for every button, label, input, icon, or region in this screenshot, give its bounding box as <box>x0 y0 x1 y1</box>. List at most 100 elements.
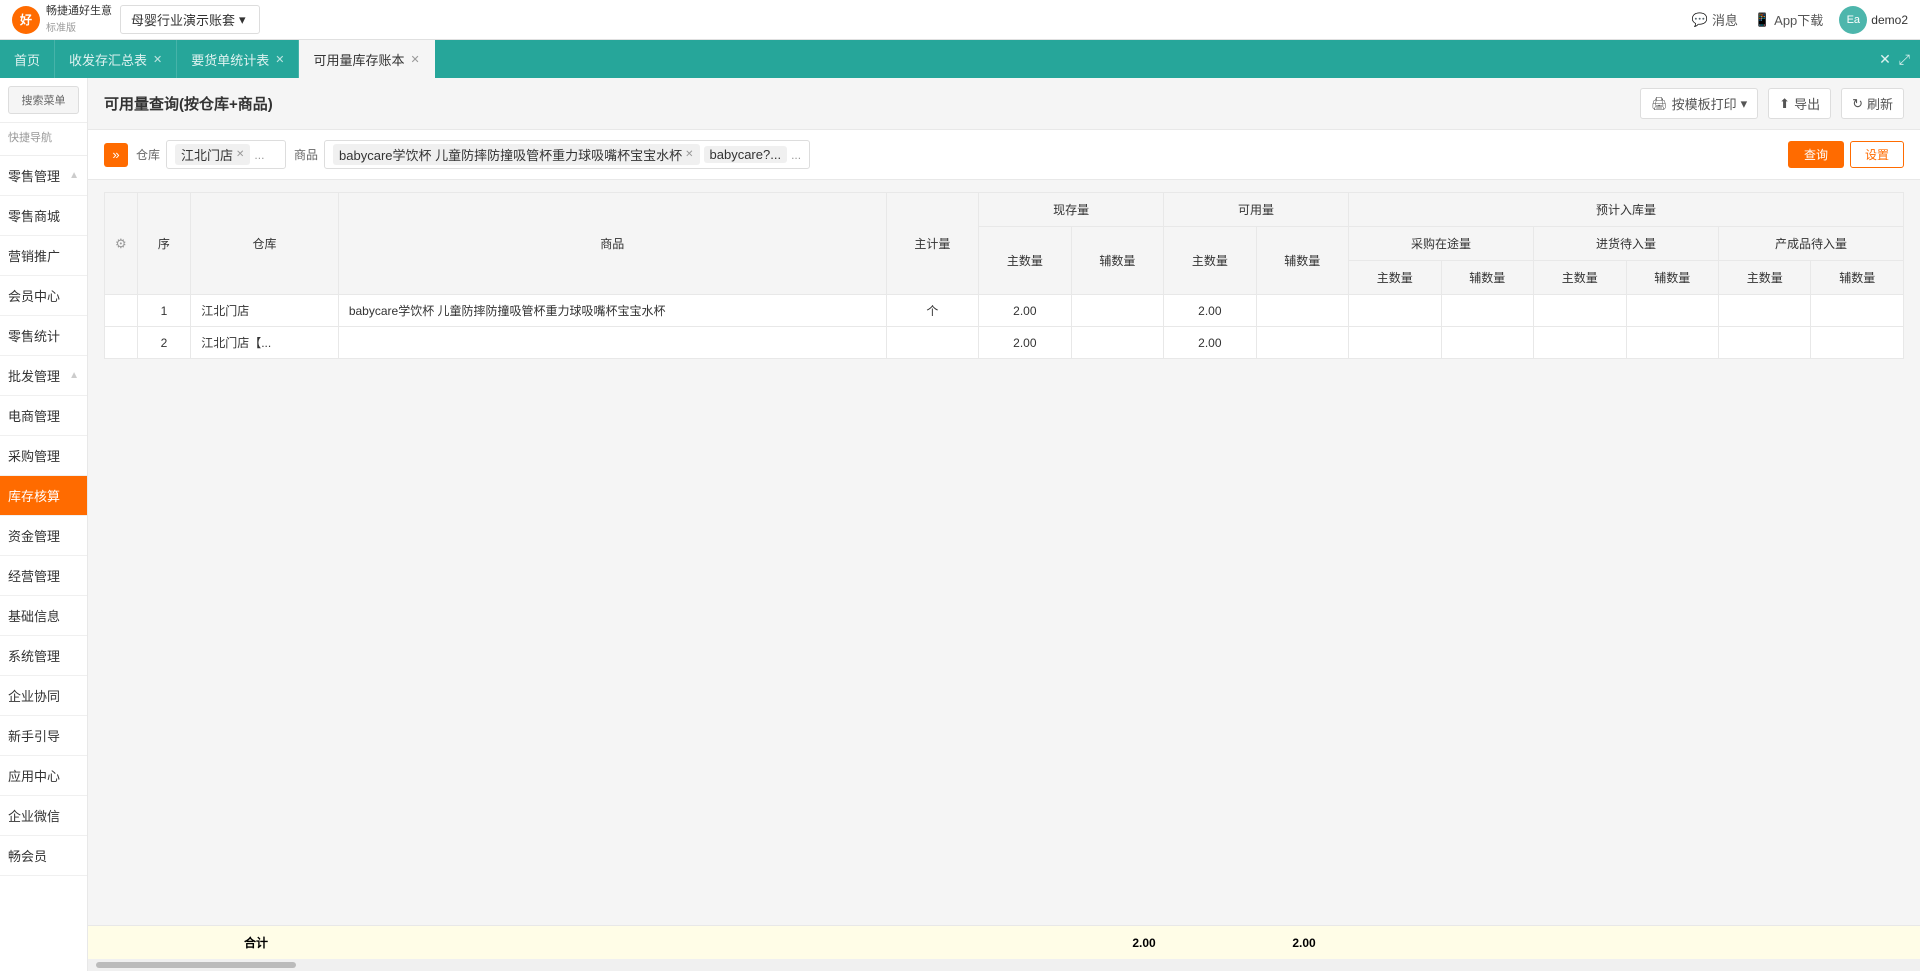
table-container: ⚙ 序 仓库 商品 主计量 现存量 可用量 预计入库量 主数量 辅数量 主数量 <box>88 180 1920 925</box>
page-header: 可用量查询(按仓库+商品) 🖨 按模板打印 ▾ ⬆ 导出 ↻ 刷新 <box>88 78 1920 130</box>
sidebar-item-zijin[interactable]: 资金管理 <box>0 516 87 556</box>
sidebar-item-kucunhj[interactable]: 库存核算 <box>0 476 87 516</box>
sidebar-item-tongji[interactable]: 零售统计 <box>0 316 87 356</box>
industry-select[interactable]: 母婴行业演示账套 ▾ <box>120 5 260 34</box>
app-download-button[interactable]: 📱 App下载 <box>1754 10 1823 29</box>
td-avail-sub-1 <box>1256 327 1348 359</box>
sidebar-item-shangcheng[interactable]: 零售商城 <box>0 196 87 236</box>
warehouse-ellipsis[interactable]: ... <box>254 148 264 162</box>
table-row: 1 江北门店 babycare学饮杯 儿童防摔防撞吸管杯重力球吸嘴杯宝宝水杯 个… <box>105 295 1904 327</box>
td-production-sub-1 <box>1811 327 1904 359</box>
message-button[interactable]: 💬 消息 <box>1692 10 1738 29</box>
sidebar-item-jingying[interactable]: 经营管理 <box>0 556 87 596</box>
message-label: 消息 <box>1712 10 1738 29</box>
sidebar-item-huiyuan[interactable]: 会员中心 <box>0 276 87 316</box>
sidebar-item-huiyuan-label: 会员中心 <box>8 286 60 305</box>
sidebar-item-xinshou[interactable]: 新手引导 <box>0 716 87 756</box>
sidebar-item-xitong[interactable]: 系统管理 <box>0 636 87 676</box>
sidebar-item-qiyeweixin[interactable]: 企业微信 <box>0 796 87 836</box>
sidebar-item-lingxiao[interactable]: 零售管理 ▲ <box>0 156 87 196</box>
tab-kucun-label: 可用量库存账本 <box>313 50 404 69</box>
sidebar-item-jichu[interactable]: 基础信息 <box>0 596 87 636</box>
quick-nav-label: 快捷导航 <box>8 129 79 145</box>
search-menu-button[interactable]: 搜索菜单 <box>8 86 79 114</box>
th-avail-sub: 辅数量 <box>1256 227 1348 295</box>
warehouse-input[interactable]: 江北门店 ✕ ... <box>166 140 286 169</box>
tab-nav-end: ✕ ⤢ <box>1869 40 1920 78</box>
sidebar-item-pifa[interactable]: 批发管理 ▲ <box>0 356 87 396</box>
product-tag2: babycare?... <box>704 146 788 163</box>
username: demo2 <box>1871 13 1908 27</box>
tab-maximize[interactable]: ⤢ <box>1899 51 1910 68</box>
th-num: 序 <box>137 193 191 295</box>
sidebar-item-qiyeweixin-label: 企业微信 <box>8 806 60 825</box>
product-tag1-close[interactable]: ✕ <box>685 149 693 160</box>
logo-area: 好 畅捷通好生意 标准版 <box>12 5 112 33</box>
settings-column-icon[interactable]: ⚙ <box>115 236 127 251</box>
tab-close-all[interactable]: ✕ <box>1879 51 1891 68</box>
th-purchase-main: 主数量 <box>1349 261 1441 295</box>
arrow-icon: ▲ <box>69 170 79 181</box>
td-avail-main-1: 2.00 <box>1164 327 1256 359</box>
th-stock-sub: 辅数量 <box>1071 227 1163 295</box>
th-purchase-group: 采购在途量 <box>1349 227 1534 261</box>
message-icon: 💬 <box>1692 12 1708 28</box>
th-unit: 主计量 <box>886 193 978 295</box>
td-product-1 <box>338 327 886 359</box>
product-tag2-label: babycare?... <box>710 147 782 162</box>
settings-filter-button[interactable]: 设置 <box>1850 141 1904 168</box>
td-production-main-1 <box>1718 327 1810 359</box>
td-stock-sub-0 <box>1071 295 1163 327</box>
tab-shoufa-label: 收发存汇总表 <box>69 50 147 69</box>
tab-yaohuo[interactable]: 要货单统计表 ✕ <box>177 40 299 78</box>
th-production-group: 产成品待入量 <box>1718 227 1903 261</box>
th-inbound-group: 预计入库量 <box>1349 193 1904 227</box>
user-area[interactable]: Ea demo2 <box>1839 6 1908 34</box>
sidebar-item-qiye[interactable]: 企业协同 <box>0 676 87 716</box>
scroll-bar[interactable] <box>88 959 1920 971</box>
refresh-button[interactable]: ↻ 刷新 <box>1841 88 1904 119</box>
scroll-thumb[interactable] <box>96 962 296 968</box>
print-button[interactable]: 🖨 按模板打印 ▾ <box>1640 88 1758 119</box>
sidebar-item-changhui[interactable]: 畅会员 <box>0 836 87 876</box>
tab-kucun-close[interactable]: ✕ <box>411 53 420 66</box>
logo-text-block: 畅捷通好生意 标准版 <box>46 5 112 33</box>
product-ellipsis[interactable]: ... <box>791 148 801 162</box>
filter-toggle-button[interactable]: » <box>104 143 128 167</box>
td-avail-main-0: 2.00 <box>1164 295 1256 327</box>
sidebar-item-yingyong[interactable]: 应用中心 <box>0 756 87 796</box>
warehouse-tag-close[interactable]: ✕ <box>236 149 244 160</box>
tab-shoufa-close[interactable]: ✕ <box>153 53 162 66</box>
print-icon: 🖨 <box>1651 96 1668 112</box>
sidebar-item-xinshou-label: 新手引导 <box>8 726 60 745</box>
td-num-0: 1 <box>137 295 191 327</box>
industry-label: 母婴行业演示账套 <box>131 10 235 29</box>
warehouse-label: 仓库 <box>136 146 160 163</box>
td-incoming-sub-0 <box>1626 295 1718 327</box>
sidebar-item-lingxiao-label: 零售管理 <box>8 166 60 185</box>
sidebar-item-zijin-label: 资金管理 <box>8 526 60 545</box>
sidebar-item-caigou[interactable]: 采购管理 <box>0 436 87 476</box>
th-incoming-main: 主数量 <box>1534 261 1626 295</box>
sidebar-item-dianshang[interactable]: 电商管理 <box>0 396 87 436</box>
th-purchase-sub: 辅数量 <box>1441 261 1533 295</box>
export-button[interactable]: ⬆ 导出 <box>1768 88 1831 119</box>
arrow-icon-pifa: ▲ <box>69 370 79 381</box>
th-settings: ⚙ <box>105 193 138 295</box>
query-button[interactable]: 查询 <box>1788 141 1844 168</box>
top-bar: 好 畅捷通好生意 标准版 母婴行业演示账套 ▾ 💬 消息 📱 App下载 Ea … <box>0 0 1920 40</box>
tab-yaohuo-close[interactable]: ✕ <box>275 53 284 66</box>
tab-shoufa[interactable]: 收发存汇总表 ✕ <box>55 40 177 78</box>
logo-sub: 标准版 <box>46 19 112 34</box>
sidebar-item-tongji-label: 零售统计 <box>8 326 60 345</box>
product-input[interactable]: babycare学饮杯 儿童防摔防撞吸管杯重力球吸嘴杯宝宝水杯 ✕ babyca… <box>324 140 810 169</box>
td-purchase-sub-0 <box>1441 295 1533 327</box>
td-product-0: babycare学饮杯 儿童防摔防撞吸管杯重力球吸嘴杯宝宝水杯 <box>338 295 886 327</box>
warehouse-tag: 江北门店 ✕ <box>175 144 250 165</box>
tab-home[interactable]: 首页 <box>0 40 55 78</box>
sidebar-item-yingxiao[interactable]: 营销推广 <box>0 236 87 276</box>
page-title: 可用量查询(按仓库+商品) <box>104 93 273 114</box>
product-filter-group: 商品 babycare学饮杯 儿童防摔防撞吸管杯重力球吸嘴杯宝宝水杯 ✕ bab… <box>294 140 810 169</box>
td-warehouse-0: 江北门店 <box>191 295 339 327</box>
tab-kucun[interactable]: 可用量库存账本 ✕ <box>299 40 434 78</box>
